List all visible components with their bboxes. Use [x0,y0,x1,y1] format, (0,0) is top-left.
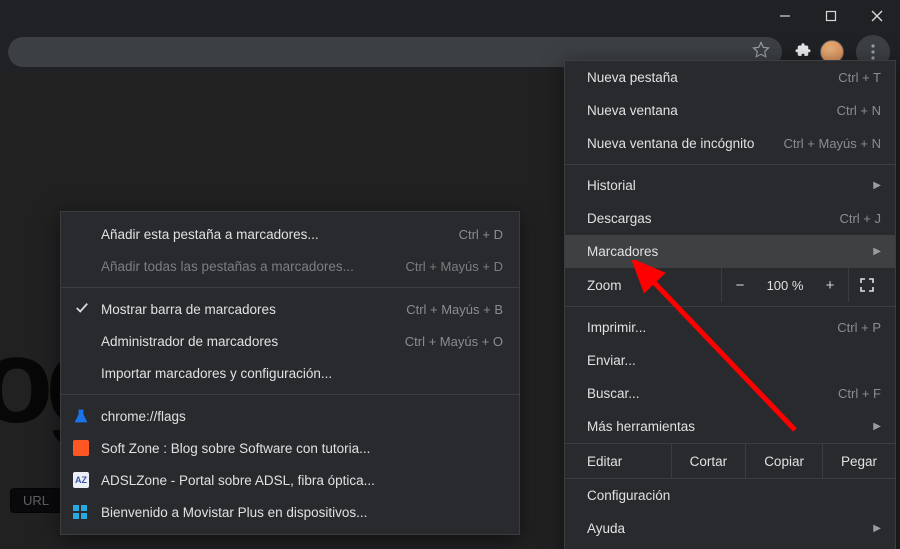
submenu-import-bookmarks[interactable]: Importar marcadores y configuración... [61,357,519,389]
edit-paste-button[interactable]: Pegar [822,444,895,478]
bookmark-item[interactable]: chrome://flags [61,400,519,432]
edit-label: Editar [565,454,671,469]
window-close-button[interactable] [854,0,900,32]
zoom-value: 100 % [758,278,812,293]
menu-incognito[interactable]: Nueva ventana de incógnitoCtrl + Mayús +… [565,127,895,160]
chevron-right-icon: ▶ [873,523,881,534]
menu-settings[interactable]: Configuración [565,479,895,512]
chevron-right-icon: ▶ [873,421,881,432]
menu-bookmarks[interactable]: Marcadores▶ [565,235,895,268]
site-icon [73,440,89,456]
menu-zoom: Zoom − 100 % + [565,268,895,302]
window-minimize-button[interactable] [762,0,808,32]
bookmark-item[interactable]: AZADSLZone - Portal sobre ADSL, fibra óp… [61,464,519,496]
site-icon: AZ [73,472,89,488]
chrome-main-menu: Nueva pestañaCtrl + T Nueva ventanaCtrl … [564,60,896,549]
checkmark-icon [75,301,89,318]
menu-help[interactable]: Ayuda▶ [565,512,895,545]
flask-icon [73,408,89,424]
site-icon [73,505,87,519]
menu-history[interactable]: Historial▶ [565,169,895,202]
bookmarks-submenu: Añadir esta pestaña a marcadores...Ctrl … [60,211,520,535]
bookmark-item[interactable]: Soft Zone : Blog sobre Software con tuto… [61,432,519,464]
menu-new-tab[interactable]: Nueva pestañaCtrl + T [565,61,895,94]
menu-send[interactable]: Enviar... [565,344,895,377]
menu-find[interactable]: Buscar...Ctrl + F [565,377,895,410]
chevron-right-icon: ▶ [873,246,881,257]
window-controls [762,0,900,32]
bookmark-item[interactable]: Bienvenido a Movistar Plus en dispositiv… [61,496,519,528]
menu-new-window[interactable]: Nueva ventanaCtrl + N [565,94,895,127]
submenu-bookmark-manager[interactable]: Administrador de marcadoresCtrl + Mayús … [61,325,519,357]
zoom-in-button[interactable]: + [812,277,848,294]
edit-copy-button[interactable]: Copiar [745,444,822,478]
edit-cut-button[interactable]: Cortar [671,444,746,478]
submenu-show-bookmarks-bar[interactable]: Mostrar barra de marcadoresCtrl + Mayús … [61,293,519,325]
submenu-add-all-bookmark: Añadir todas las pestañas a marcadores..… [61,250,519,282]
menu-more-tools[interactable]: Más herramientas▶ [565,410,895,443]
chevron-right-icon: ▶ [873,180,881,191]
menu-downloads[interactable]: DescargasCtrl + J [565,202,895,235]
menu-print[interactable]: Imprimir...Ctrl + P [565,311,895,344]
fullscreen-icon[interactable] [849,277,885,293]
menu-edit-row: Editar Cortar Copiar Pegar [565,443,895,479]
zoom-out-button[interactable]: − [722,277,758,294]
submenu-add-tab-bookmark[interactable]: Añadir esta pestaña a marcadores...Ctrl … [61,218,519,250]
window-maximize-button[interactable] [808,0,854,32]
